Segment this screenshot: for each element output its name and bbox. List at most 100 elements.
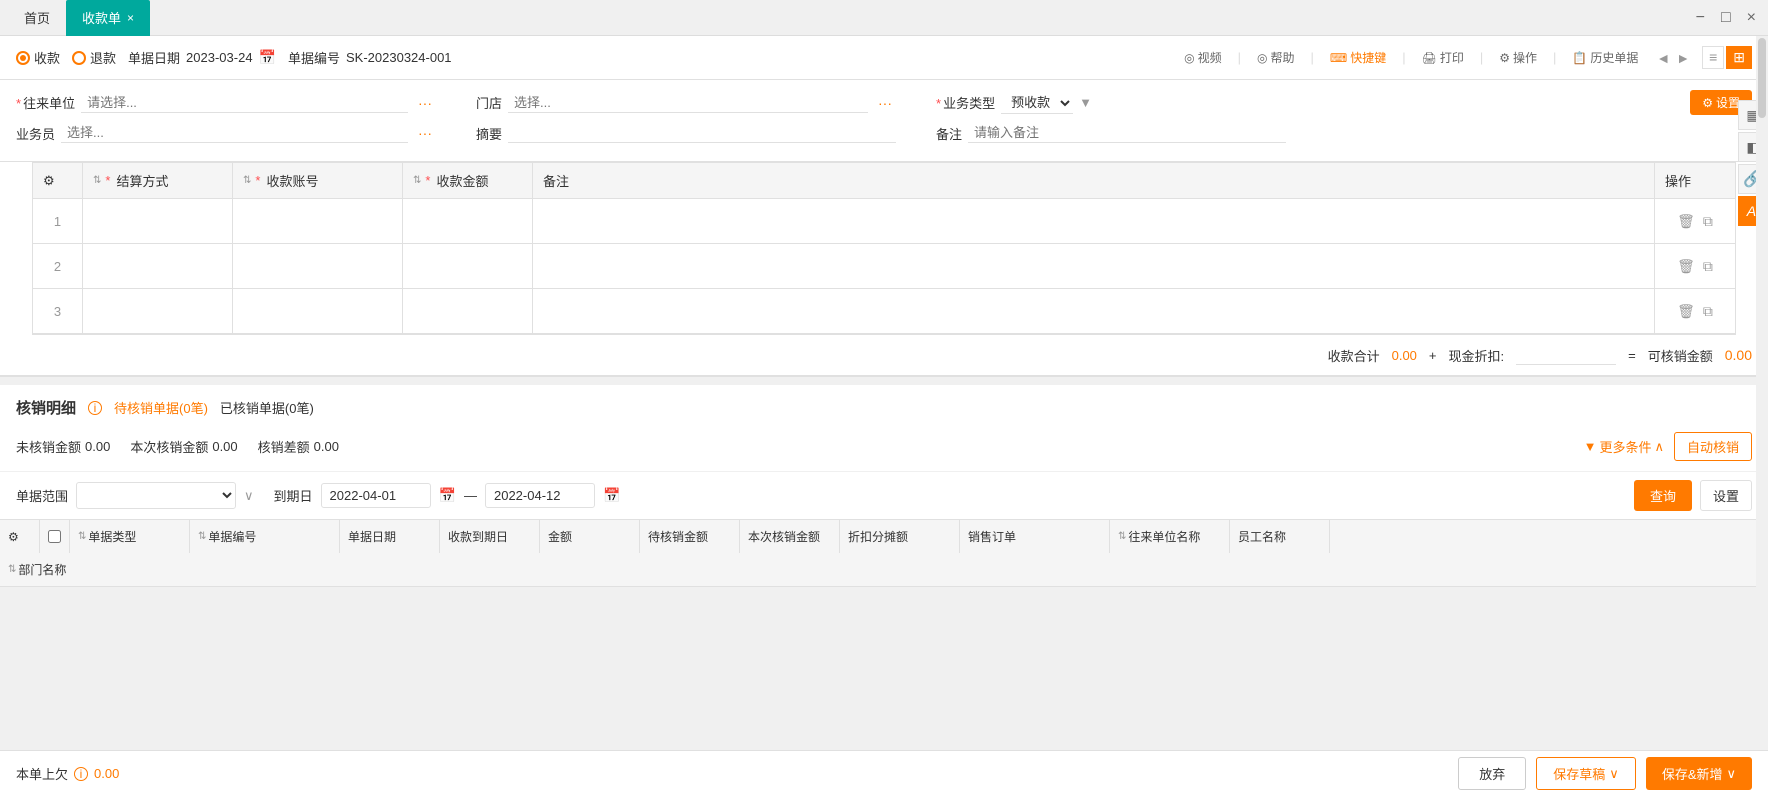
stats-row: 未核销金额 0.00 本次核销金额 0.00 核销差额 0.00 ▼ 更多条件 … [0, 426, 1768, 471]
history-btn[interactable]: 📋 历史单据 [1566, 47, 1644, 68]
minimize-button[interactable]: − [1692, 5, 1709, 31]
td-account-1[interactable] [233, 199, 403, 243]
td-note-1[interactable] [533, 199, 1655, 243]
print-icon: 🖨 [1422, 51, 1437, 65]
operation-btn[interactable]: ⚙ 操作 [1493, 47, 1543, 68]
section-header: 核销明细 i 待核销单据(0笔) 已核销单据(0笔) [0, 385, 1768, 426]
query-button[interactable]: 查询 [1634, 480, 1692, 511]
business-type-field: *业务类型 预收款 ▼ [936, 92, 1286, 114]
staff-more-btn[interactable]: ··· [414, 125, 436, 141]
range-select[interactable] [76, 482, 236, 509]
th-settings[interactable]: ⚙ [33, 163, 83, 198]
shortcut-btn[interactable]: ⌨ 快捷键 [1324, 47, 1392, 68]
maximize-button[interactable]: □ [1717, 5, 1735, 31]
td-amount-3[interactable] [403, 289, 533, 333]
th2-settings[interactable]: ⚙ [0, 520, 40, 553]
save-new-button[interactable]: 保存&新增 ∨ [1646, 757, 1752, 790]
td-payment-2[interactable] [83, 244, 233, 288]
prev-info-icon[interactable]: i [74, 767, 88, 781]
tab-home-label: 首页 [24, 8, 50, 27]
tab-close-icon[interactable]: × [127, 11, 134, 25]
info-icon[interactable]: i [88, 401, 102, 415]
view-toggle: ≡ ⊞ [1702, 46, 1752, 69]
td-note-2[interactable] [533, 244, 1655, 288]
select-all-checkbox[interactable] [48, 530, 61, 543]
view-list-btn[interactable]: ≡ [1702, 46, 1724, 69]
help-icon: ◎ [1257, 51, 1267, 65]
partner-input[interactable] [81, 93, 408, 113]
date-to-calendar-icon[interactable]: 📅 [603, 487, 620, 504]
th2-type: ⇅ 单据类型 [70, 520, 190, 553]
date-to-input[interactable] [485, 483, 595, 508]
store-more-btn[interactable]: ··· [874, 95, 896, 111]
copy-row-3-icon[interactable]: ⧉ [1703, 303, 1713, 320]
tab-home[interactable]: 首页 [8, 0, 66, 36]
save-draft-label: 保存草稿 [1553, 764, 1605, 783]
more-conditions-btn[interactable]: ▼ 更多条件 ∧ [1584, 437, 1664, 456]
filter-settings-button[interactable]: 设置 [1700, 480, 1752, 511]
th2-due: 收款到期日 [440, 520, 540, 553]
td-payment-3[interactable] [83, 289, 233, 333]
td-num-2: 2 [33, 244, 83, 288]
print-label: 打印 [1440, 49, 1464, 66]
note-input[interactable] [968, 123, 1286, 143]
filter-icon: ▼ [1584, 439, 1597, 454]
close-button[interactable]: × [1743, 5, 1760, 31]
partner-more-btn[interactable]: ··· [414, 95, 436, 111]
auto-verify-btn[interactable]: 自动核销 [1674, 432, 1752, 461]
scrollbar[interactable] [1756, 36, 1768, 750]
delete-row-1-icon[interactable]: 🗑 [1677, 213, 1695, 230]
delete-row-3-icon[interactable]: 🗑 [1677, 303, 1695, 320]
td-payment-1[interactable] [83, 199, 233, 243]
view-grid-btn[interactable]: ⊞ [1726, 46, 1752, 69]
td-amount-1[interactable] [403, 199, 533, 243]
staff-input[interactable] [61, 123, 408, 143]
date-calendar-icon[interactable]: 📅 [259, 49, 276, 66]
copy-row-1-icon[interactable]: ⧉ [1703, 213, 1713, 230]
td-amount-2[interactable] [403, 244, 533, 288]
tab-receipt[interactable]: 收款单 × [66, 0, 150, 36]
td-note-3[interactable] [533, 289, 1655, 333]
print-btn[interactable]: 🖨 打印 [1416, 47, 1470, 68]
verified-link[interactable]: 已核销单据(0笔) [220, 398, 314, 417]
nav-prev-icon[interactable]: ◄ [1654, 48, 1672, 68]
bottom-right: 放弃 保存草稿 ∨ 保存&新增 ∨ [1458, 757, 1752, 790]
discard-button[interactable]: 放弃 [1458, 757, 1526, 790]
business-type-dropdown-icon[interactable]: ▼ [1079, 95, 1092, 110]
store-input[interactable] [508, 93, 868, 113]
table-row: 2 🗑 ⧉ [33, 244, 1735, 289]
date-from-input[interactable] [321, 483, 431, 508]
range-dropdown-icon[interactable]: ∨ [244, 488, 254, 504]
summary-input[interactable] [508, 123, 896, 143]
settings-label: 设置 [1716, 94, 1740, 111]
nav-next-icon[interactable]: ► [1674, 48, 1692, 68]
save-draft-button[interactable]: 保存草稿 ∨ [1536, 757, 1636, 790]
store-label: 门店 [476, 93, 502, 112]
th2-checkbox[interactable] [40, 520, 70, 553]
td-num-3: 3 [33, 289, 83, 333]
td-account-3[interactable] [233, 289, 403, 333]
radio-refund[interactable]: 退款 [72, 48, 116, 67]
date-from-calendar-icon[interactable]: 📅 [439, 487, 456, 504]
delete-row-2-icon[interactable]: 🗑 [1677, 258, 1695, 275]
due-date-filter: 到期日 📅 — 📅 [274, 483, 621, 508]
pending-link[interactable]: 待核销单据(0笔) [114, 398, 208, 417]
td-account-2[interactable] [233, 244, 403, 288]
table-row: 1 🗑 ⧉ [33, 199, 1735, 244]
sort-account-icon[interactable]: ⇅ [243, 175, 251, 186]
sort-payment-icon[interactable]: ⇅ [93, 175, 101, 186]
discount-input[interactable] [1516, 345, 1616, 365]
scroll-thumb[interactable] [1758, 38, 1766, 118]
video-btn[interactable]: ◎ 视频 [1178, 47, 1228, 68]
unverified-label: 未核销金额 [16, 437, 81, 456]
radio-receipt[interactable]: 收款 [16, 48, 60, 67]
copy-row-2-icon[interactable]: ⧉ [1703, 258, 1713, 275]
due-label: 到期日 [274, 486, 313, 505]
th2-staff: 员工名称 [1230, 520, 1330, 553]
help-btn[interactable]: ◎ 帮助 [1251, 47, 1301, 68]
sort-amount-icon[interactable]: ⇅ [413, 175, 421, 186]
save-draft-chevron-icon: ∨ [1609, 766, 1619, 782]
business-type-select[interactable]: 预收款 [1001, 92, 1073, 114]
toolbar-right: ◎ 视频 | ◎ 帮助 | ⌨ 快捷键 | 🖨 打印 | ⚙ 操作 | 📋 历史… [1178, 46, 1752, 69]
history-label: 历史单据 [1590, 49, 1638, 66]
